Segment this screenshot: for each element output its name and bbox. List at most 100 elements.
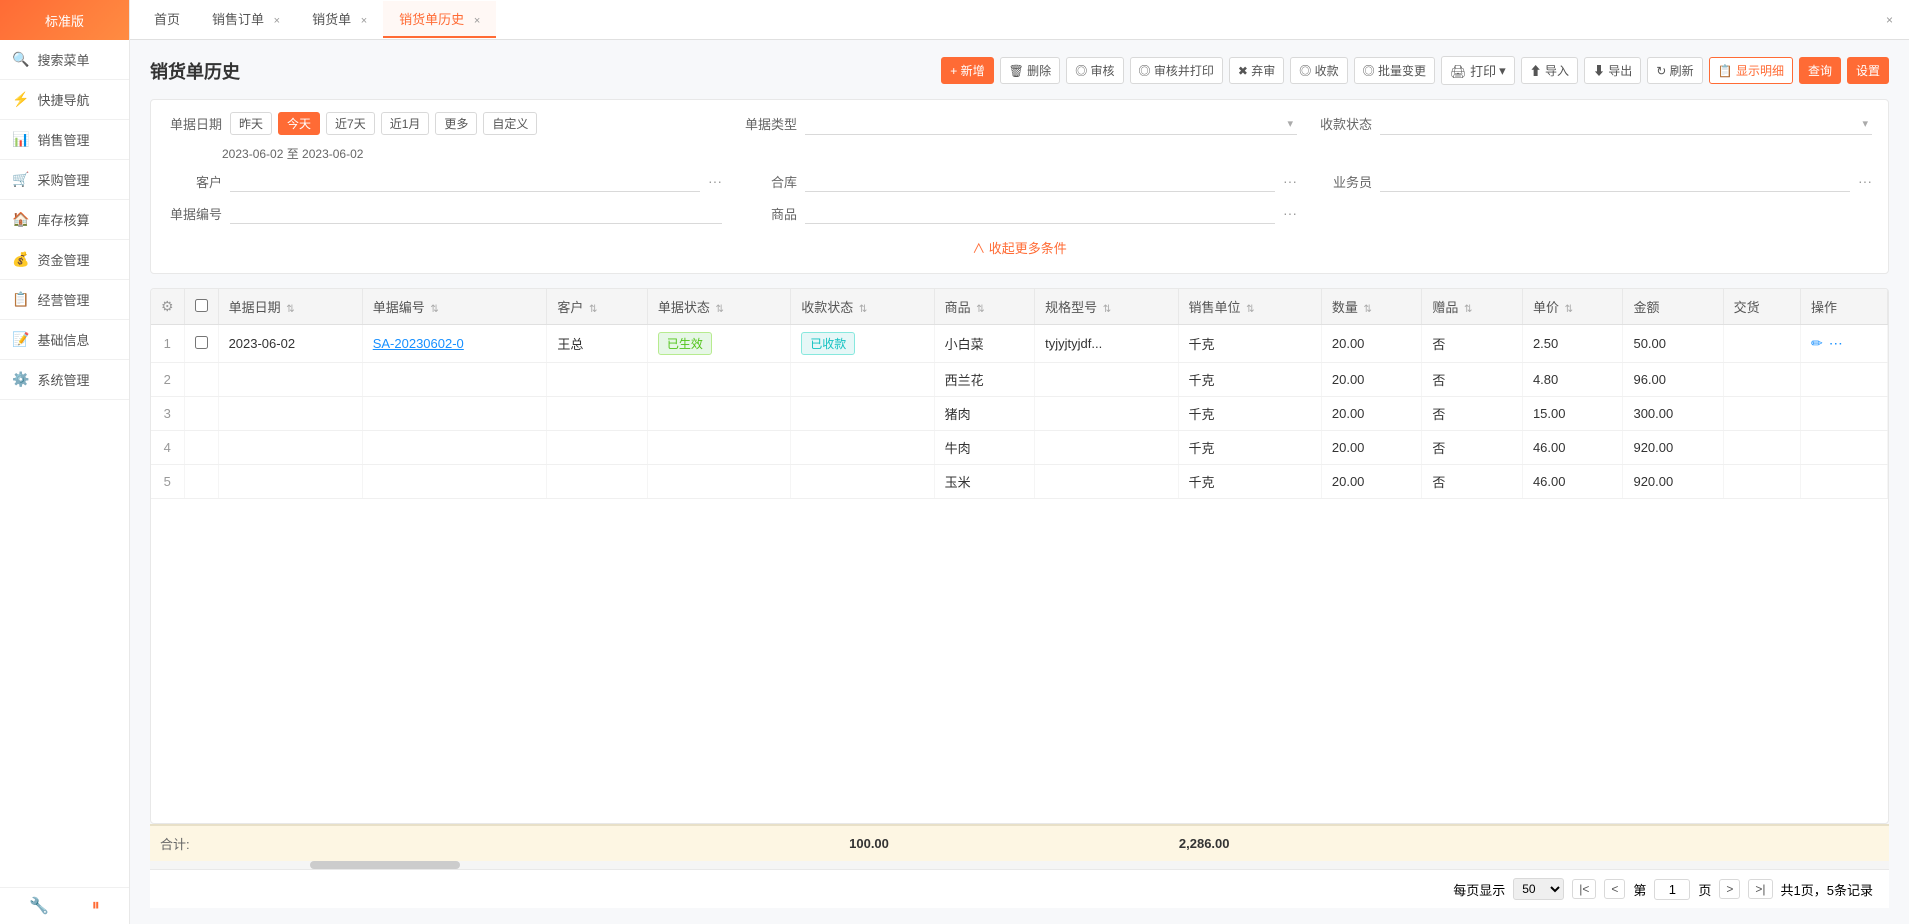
tab-sales-order[interactable]: 销售订单 × <box>196 1 296 38</box>
sidebar-item-search-menu[interactable]: 🔍 搜索菜单 <box>0 40 129 80</box>
product-input[interactable] <box>805 202 1275 224</box>
date-custom-btn[interactable]: 自定义 <box>483 112 537 135</box>
last-page-btn[interactable]: >| <box>1748 879 1772 899</box>
sidebar-item-ops-mgmt[interactable]: 📋 经营管理 <box>0 280 129 320</box>
row-product-cell: 小白菜 <box>934 325 1035 363</box>
tab-sales-invoice-label: 销货单 <box>312 12 351 27</box>
next-page-btn[interactable]: > <box>1719 879 1740 899</box>
tab-home[interactable]: 首页 <box>138 1 196 38</box>
tab-sales-invoice-close[interactable]: × <box>361 15 367 27</box>
sidebar-item-sales-mgmt[interactable]: 📊 销售管理 <box>0 120 129 160</box>
sidebar-item-finance[interactable]: 💰 资金管理 <box>0 240 129 280</box>
doc-status-sort-icon[interactable]: ⇅ <box>716 304 724 315</box>
gift-sort-icon[interactable]: ⇅ <box>1464 304 1472 315</box>
show-detail-button[interactable]: 📋 显示明细 <box>1709 57 1793 84</box>
row-num-cell: 5 <box>151 465 184 499</box>
row-date-cell <box>218 363 362 397</box>
batch-change-button[interactable]: ◎ 批量变更 <box>1354 57 1435 84</box>
doc-number-input[interactable] <box>230 202 722 224</box>
pay-status-select[interactable] <box>1380 113 1872 135</box>
collapse-filter-btn[interactable]: ∧ 收起更多条件 <box>167 234 1872 261</box>
prev-page-btn[interactable]: < <box>1604 879 1625 899</box>
pay-status-badge: 已收款 <box>801 332 855 355</box>
date-more-btn[interactable]: 更多 <box>435 112 477 135</box>
abandon-button[interactable]: ✖ 弃审 <box>1229 57 1284 84</box>
row-qty-cell: 20.00 <box>1321 397 1422 431</box>
tab-sales-invoice-history[interactable]: 销货单历史 × <box>383 1 496 38</box>
tab-sales-invoice[interactable]: 销货单 × <box>296 1 383 38</box>
date-1month-btn[interactable]: 近1月 <box>381 112 430 135</box>
review-print-button[interactable]: ◎ 审核并打印 <box>1130 57 1223 84</box>
more-icon[interactable]: ⋯ <box>1829 335 1843 352</box>
warehouse-dots-btn[interactable]: ··· <box>1283 173 1297 189</box>
salesperson-input[interactable] <box>1380 170 1850 192</box>
review-button[interactable]: ◎ 审核 <box>1066 57 1123 84</box>
table-row: 1 2023-06-02 SA-20230602-0 王总 已生效 已收款 小白… <box>151 325 1888 363</box>
data-table: ⚙ 单据日期 ⇅ 单据编号 ⇅ 客户 ⇅ 单据状态 ⇅ 收款状态 ⇅ 商品 ⇅ … <box>150 288 1889 824</box>
doc-type-select[interactable] <box>805 113 1297 135</box>
sidebar-item-quick-nav[interactable]: ⚡ 快捷导航 <box>0 80 129 120</box>
pay-status-header: 收款状态 ⇅ <box>791 289 934 325</box>
customer-input[interactable] <box>230 170 700 192</box>
unit-sort-icon[interactable]: ⇅ <box>1246 304 1254 315</box>
print-button[interactable]: 🖨 打印 ▾ <box>1441 56 1515 85</box>
customer-dots-btn[interactable]: ··· <box>708 173 722 189</box>
warehouse-input[interactable] <box>805 170 1275 192</box>
sidebar-item-inventory[interactable]: 🏠 库存核算 <box>0 200 129 240</box>
delete-button[interactable]: 🗑 删除 <box>1000 57 1061 84</box>
row-doc-number-cell <box>362 431 547 465</box>
query-button[interactable]: 查询 <box>1799 57 1841 84</box>
page-number-input[interactable] <box>1654 879 1690 900</box>
refresh-button[interactable]: ↻ 刷新 <box>1647 57 1702 84</box>
collect-button[interactable]: ◎ 收款 <box>1290 57 1347 84</box>
product-dots-btn[interactable]: ··· <box>1283 205 1297 221</box>
first-page-btn[interactable]: |< <box>1572 879 1596 899</box>
sidebar-settings-btn[interactable]: 🔧 <box>29 896 49 916</box>
row-price-cell: 46.00 <box>1522 431 1623 465</box>
salesperson-dots-btn[interactable]: ··· <box>1858 173 1872 189</box>
table-row: 3 猪肉 千克 20.00 否 15.00 300.00 <box>151 397 1888 431</box>
spec-sort-icon[interactable]: ⇅ <box>1103 304 1111 315</box>
amount-header: 金额 <box>1623 289 1723 325</box>
edit-icon[interactable]: ✏ <box>1811 335 1823 352</box>
product-sort-icon[interactable]: ⇅ <box>976 304 984 315</box>
date-7days-btn[interactable]: 近7天 <box>326 112 375 135</box>
date-sort-icon[interactable]: ⇅ <box>286 304 294 315</box>
filter-product: 商品 ··· <box>742 202 1297 224</box>
table-row: 5 玉米 千克 20.00 否 46.00 920.00 <box>151 465 1888 499</box>
date-yesterday-btn[interactable]: 昨天 <box>230 112 272 135</box>
select-all-checkbox[interactable] <box>195 299 208 312</box>
customer-sort-icon[interactable]: ⇅ <box>589 304 597 315</box>
new-button[interactable]: + 新增 <box>941 57 993 84</box>
export-button[interactable]: ⬇ 导出 <box>1584 57 1641 84</box>
doc-number-link[interactable]: SA-20230602-0 <box>373 336 464 351</box>
tab-sales-invoice-history-close[interactable]: × <box>474 15 480 27</box>
sidebar-pause-btn[interactable]: ⏸ <box>92 897 100 915</box>
pay-status-sort-icon[interactable]: ⇅ <box>859 304 867 315</box>
doc-number-sort-icon[interactable]: ⇅ <box>430 304 438 315</box>
import-button[interactable]: ⬆ 导入 <box>1521 57 1578 84</box>
row-checkbox[interactable] <box>195 336 208 349</box>
tab-sales-order-close[interactable]: × <box>274 15 280 27</box>
tab-home-label: 首页 <box>154 12 180 27</box>
sidebar-item-sys-mgmt[interactable]: ⚙️ 系统管理 <box>0 360 129 400</box>
settings-button[interactable]: 设置 <box>1847 57 1889 84</box>
action-cell: ✏ ⋯ <box>1811 335 1877 352</box>
table-settings-icon[interactable]: ⚙ <box>161 298 174 314</box>
sidebar-item-basic-info[interactable]: 📝 基础信息 <box>0 320 129 360</box>
date-today-btn[interactable]: 今天 <box>278 112 320 135</box>
sidebar-item-label-sales-mgmt: 销售管理 <box>37 130 89 149</box>
page-size-select[interactable]: 10 20 50 100 <box>1513 878 1564 900</box>
filter-row-3: 单据编号 商品 ··· <box>167 202 1872 224</box>
row-pay-status-cell <box>791 465 934 499</box>
row-action-cell <box>1801 397 1888 431</box>
row-num-cell: 2 <box>151 363 184 397</box>
price-header: 单价 ⇅ <box>1522 289 1623 325</box>
row-product-cell: 猪肉 <box>934 397 1035 431</box>
close-all-tabs-btn[interactable]: × <box>1878 9 1901 31</box>
price-sort-icon[interactable]: ⇅ <box>1565 304 1573 315</box>
sidebar-item-purchase-mgmt[interactable]: 🛒 采购管理 <box>0 160 129 200</box>
customer-header: 客户 ⇅ <box>547 289 648 325</box>
horizontal-scrollbar[interactable] <box>150 861 1889 869</box>
qty-sort-icon[interactable]: ⇅ <box>1364 304 1372 315</box>
